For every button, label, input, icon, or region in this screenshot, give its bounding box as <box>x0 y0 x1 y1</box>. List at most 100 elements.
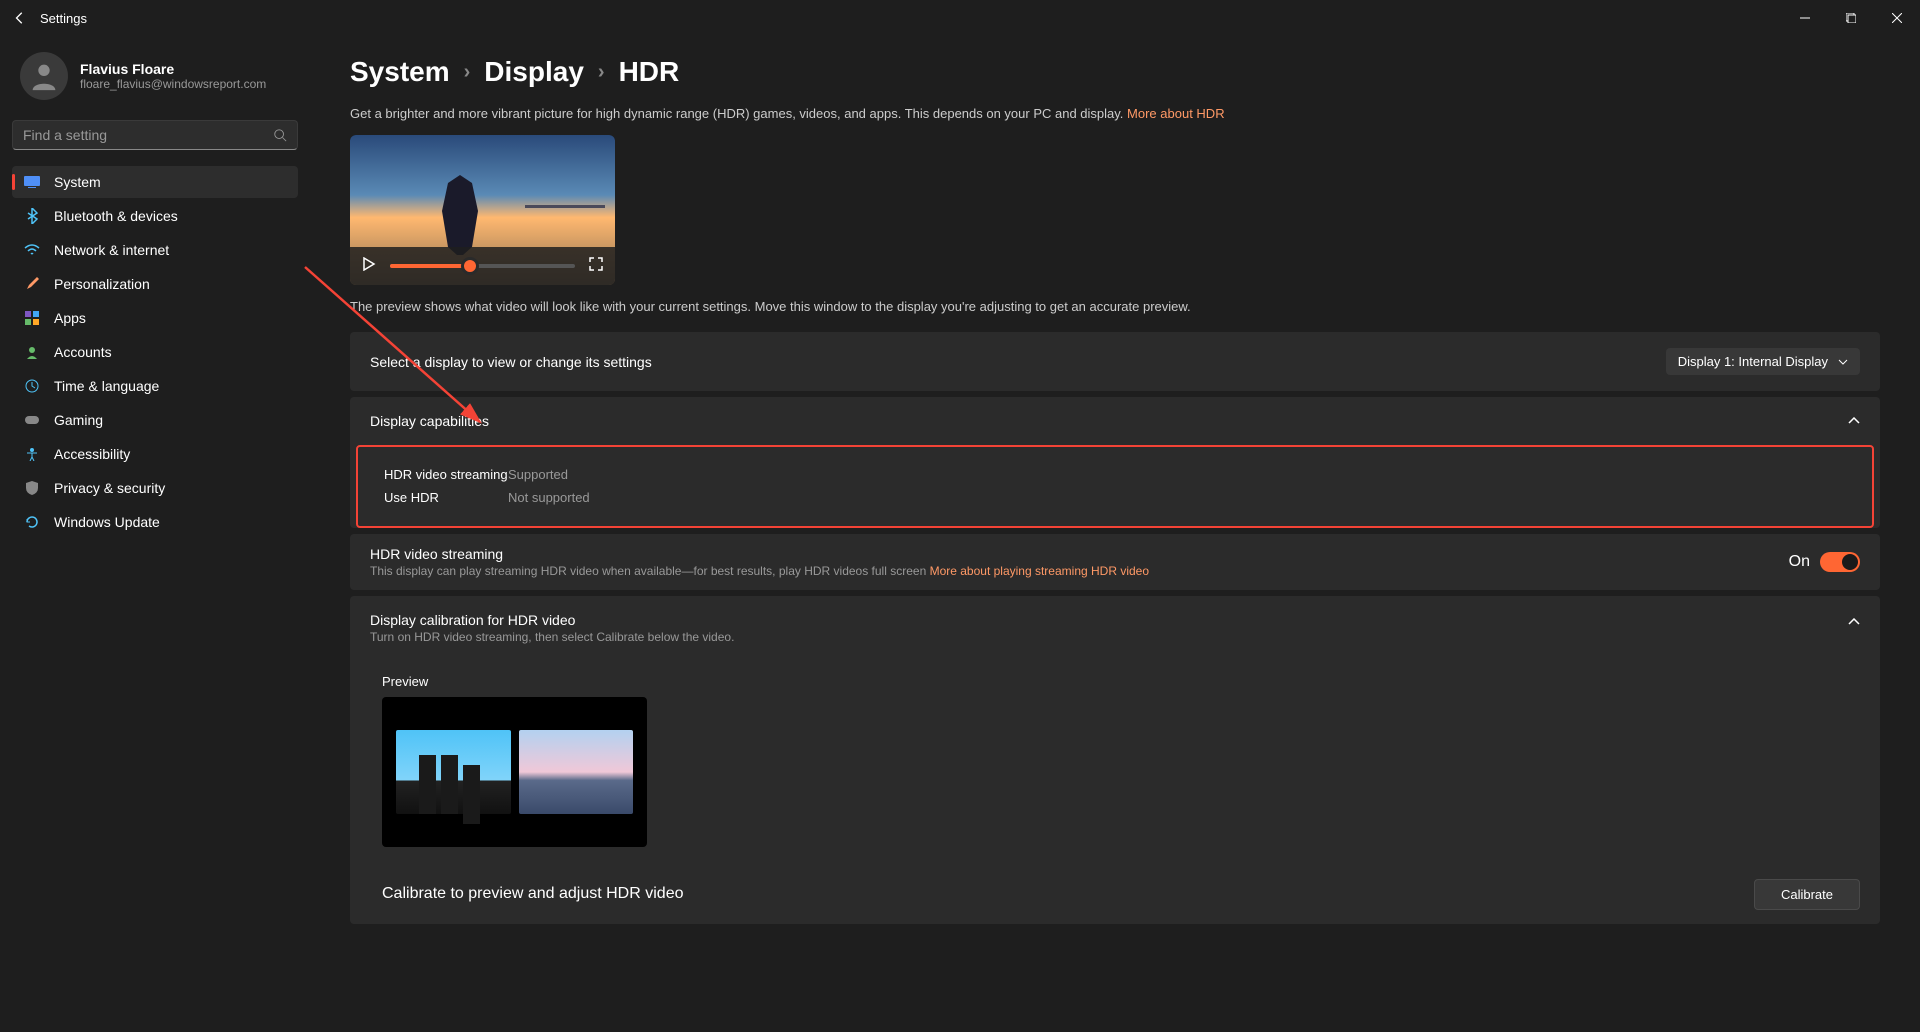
cap-label: Use HDR <box>384 486 508 509</box>
chevron-right-icon: › <box>598 61 605 84</box>
cap-label: HDR video streaming <box>384 463 508 486</box>
brush-icon <box>24 276 40 292</box>
search-input[interactable] <box>23 127 273 143</box>
calibrate-button[interactable]: Calibrate <box>1754 879 1860 910</box>
search-icon <box>273 128 287 142</box>
nav-label: Windows Update <box>54 514 160 530</box>
hdr-streaming-desc: This display can play streaming HDR vide… <box>370 564 1149 578</box>
wifi-icon <box>24 242 40 258</box>
chevron-right-icon: › <box>464 61 471 84</box>
capabilities-body: HDR video streaming Supported Use HDR No… <box>356 445 1874 528</box>
nav-bluetooth[interactable]: Bluetooth & devices <box>12 200 298 232</box>
nav-list: System Bluetooth & devices Network & int… <box>12 166 298 538</box>
arrow-left-icon <box>13 11 27 25</box>
select-display-card: Select a display to view or change its s… <box>350 332 1880 391</box>
nav-gaming[interactable]: Gaming <box>12 404 298 436</box>
maximize-icon <box>1846 13 1856 23</box>
nav-label: Network & internet <box>54 242 169 258</box>
hdr-streaming-title: HDR video streaming <box>370 546 1149 562</box>
update-icon <box>24 514 40 530</box>
calibration-header[interactable]: Display calibration for HDR video Turn o… <box>350 596 1880 660</box>
gaming-icon <box>24 412 40 428</box>
calibration-preview <box>382 697 647 847</box>
breadcrumb: System › Display › HDR <box>350 56 1880 88</box>
nav-time[interactable]: Time & language <box>12 370 298 402</box>
close-icon <box>1892 13 1902 23</box>
preview-thumb-city <box>396 730 511 814</box>
system-icon <box>24 174 40 190</box>
preview-video <box>350 135 615 285</box>
nav-label: Bluetooth & devices <box>54 208 178 224</box>
app-title: Settings <box>40 11 87 26</box>
crumb-hdr: HDR <box>619 56 680 88</box>
minimize-icon <box>1800 13 1810 23</box>
nav-label: Personalization <box>54 276 150 292</box>
nav-label: Time & language <box>54 378 159 394</box>
preview-thumb-mountain <box>519 730 634 814</box>
clock-icon <box>24 378 40 394</box>
play-icon <box>362 257 376 271</box>
cap-row-use-hdr: Use HDR Not supported <box>384 486 1846 509</box>
expand-icon <box>589 257 603 271</box>
person-icon <box>27 59 61 93</box>
capabilities-title: Display capabilities <box>370 413 489 429</box>
more-about-streaming-link[interactable]: More about playing streaming HDR video <box>930 564 1149 578</box>
nav-apps[interactable]: Apps <box>12 302 298 334</box>
profile-name: Flavius Floare <box>80 61 266 77</box>
accessibility-icon <box>24 446 40 462</box>
nav-privacy[interactable]: Privacy & security <box>12 472 298 504</box>
cap-row-hdr-streaming: HDR video streaming Supported <box>384 463 1846 486</box>
nav-label: Accessibility <box>54 446 130 462</box>
avatar <box>20 52 68 100</box>
apps-icon <box>24 310 40 326</box>
nav-personalization[interactable]: Personalization <box>12 268 298 300</box>
maximize-button[interactable] <box>1828 0 1874 36</box>
chevron-up-icon <box>1848 618 1860 626</box>
chevron-down-icon <box>1838 359 1848 365</box>
display-capabilities-card: Display capabilities HDR video streaming… <box>350 397 1880 528</box>
nav-accounts[interactable]: Accounts <box>12 336 298 368</box>
slider-thumb[interactable] <box>461 257 479 275</box>
hdr-streaming-card: HDR video streaming This display can pla… <box>350 534 1880 590</box>
back-button[interactable] <box>8 6 32 30</box>
select-display-label: Select a display to view or change its s… <box>370 354 652 370</box>
play-button[interactable] <box>362 257 376 276</box>
nav-system[interactable]: System <box>12 166 298 198</box>
calibrate-label: Calibrate to preview and adjust HDR vide… <box>382 885 683 903</box>
calibrate-row: Calibrate to preview and adjust HDR vide… <box>350 865 1880 924</box>
capabilities-header[interactable]: Display capabilities <box>350 397 1880 445</box>
hdr-streaming-toggle[interactable] <box>1820 552 1860 572</box>
video-controls <box>350 247 615 285</box>
nav-label: Apps <box>54 310 86 326</box>
nav-network[interactable]: Network & internet <box>12 234 298 266</box>
accounts-icon <box>24 344 40 360</box>
calibration-title: Display calibration for HDR video <box>370 612 734 628</box>
header-description: Get a brighter and more vibrant picture … <box>350 106 1880 121</box>
display-dropdown[interactable]: Display 1: Internal Display <box>1666 348 1860 375</box>
calibration-card: Display calibration for HDR video Turn o… <box>350 596 1880 924</box>
preview-label: Preview <box>350 660 1880 697</box>
nav-label: Privacy & security <box>54 480 165 496</box>
crumb-display[interactable]: Display <box>484 56 584 88</box>
profile-card[interactable]: Flavius Floare floare_flavius@windowsrep… <box>12 44 298 108</box>
profile-email: floare_flavius@windowsreport.com <box>80 77 266 91</box>
calibration-desc: Turn on HDR video streaming, then select… <box>370 630 734 644</box>
minimize-button[interactable] <box>1782 0 1828 36</box>
nav-label: Accounts <box>54 344 112 360</box>
shield-icon <box>24 480 40 496</box>
brightness-slider[interactable] <box>390 264 575 268</box>
more-about-hdr-link[interactable]: More about HDR <box>1127 106 1225 121</box>
search-box[interactable] <box>12 120 298 150</box>
close-button[interactable] <box>1874 0 1920 36</box>
nav-accessibility[interactable]: Accessibility <box>12 438 298 470</box>
crumb-system[interactable]: System <box>350 56 450 88</box>
nav-update[interactable]: Windows Update <box>12 506 298 538</box>
cap-value: Not supported <box>508 486 590 509</box>
preview-note: The preview shows what video will look l… <box>350 299 1880 314</box>
fullscreen-button[interactable] <box>589 257 603 276</box>
nav-label: System <box>54 174 101 190</box>
chevron-up-icon <box>1848 417 1860 425</box>
cap-value: Supported <box>508 463 568 486</box>
display-dropdown-value: Display 1: Internal Display <box>1678 354 1828 369</box>
nav-label: Gaming <box>54 412 103 428</box>
